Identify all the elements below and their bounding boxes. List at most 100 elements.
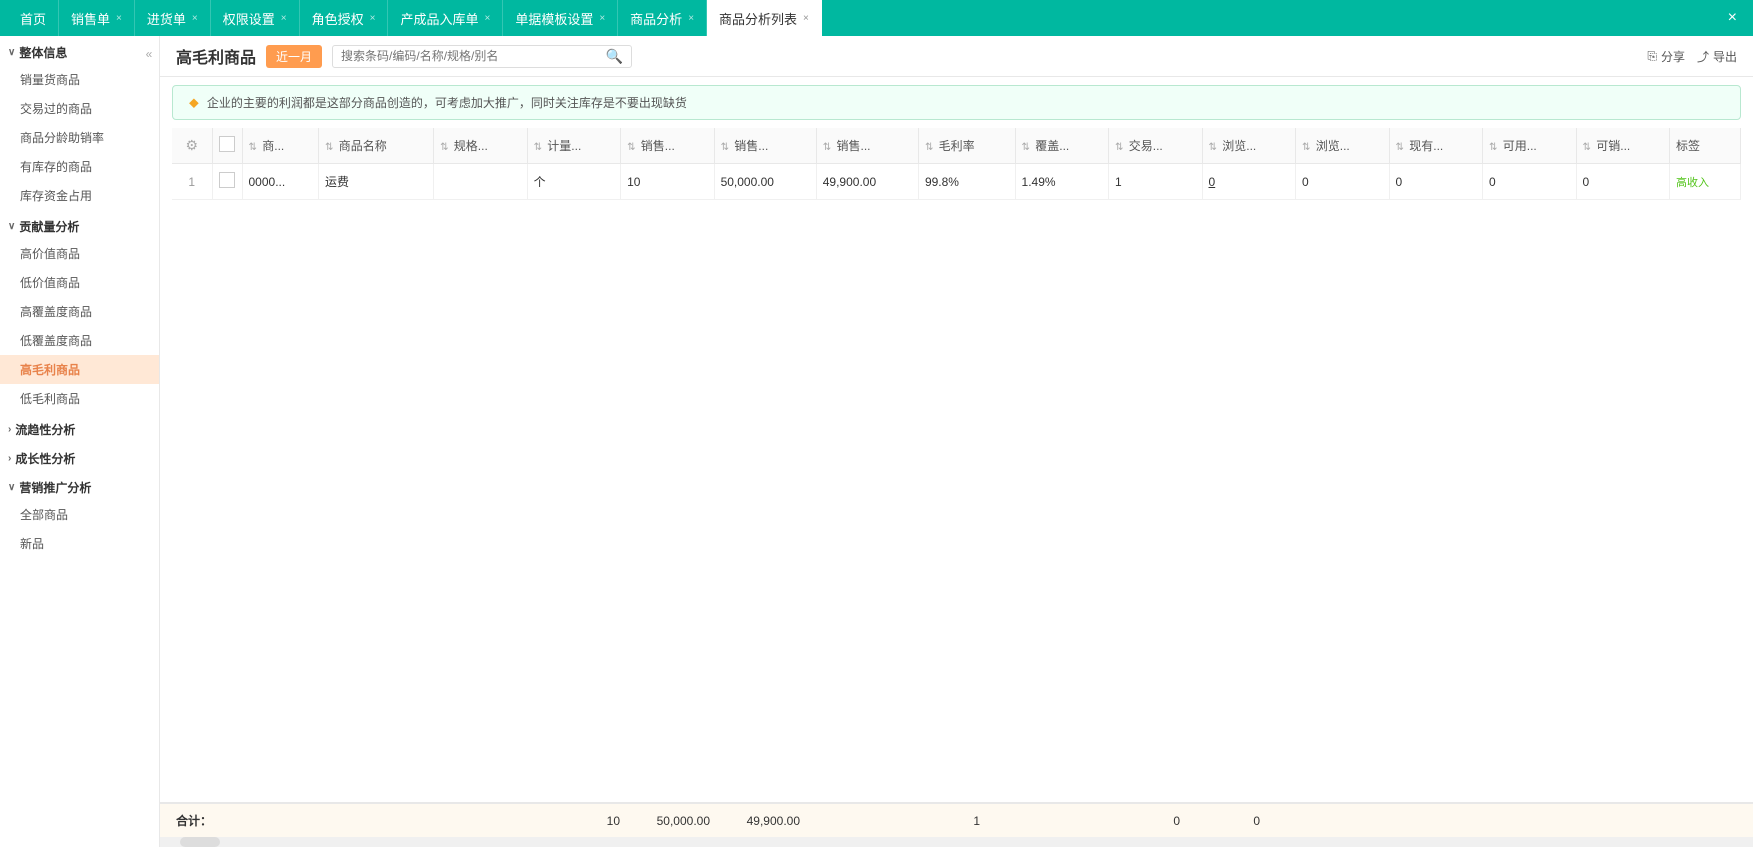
footer-sales-profit: 49,900.00 [710, 814, 800, 828]
filter-period-button[interactable]: 近一月 [266, 45, 322, 68]
nav-tab-analysis-list[interactable]: 商品分析列表 × [707, 0, 822, 36]
sidebar-item-all-goods[interactable]: 全部商品 [0, 500, 159, 529]
row-select-checkbox[interactable] [219, 172, 235, 188]
row-transaction: 1 [1109, 164, 1203, 200]
close-icon[interactable]: × [803, 13, 809, 24]
close-icon[interactable]: × [281, 13, 287, 24]
footer-label: 合计： [176, 812, 212, 829]
sidebar-item-goods-age-rate[interactable]: 商品分龄助销率 [0, 123, 159, 152]
sidebar-group-contribution[interactable]: ∨ 贡献量分析 [0, 210, 159, 239]
browse1-link[interactable]: 0 [1209, 175, 1216, 189]
col-current-stock[interactable]: ⇅ 现有... [1389, 128, 1483, 164]
sidebar-item-high-margin[interactable]: 高毛利商品 [0, 355, 159, 384]
col-gross-margin[interactable]: ⇅ 毛利率 [918, 128, 1015, 164]
share-button[interactable]: ⎘ 分享 [1647, 48, 1685, 65]
chevron-right-icon: › [8, 424, 11, 435]
sidebar-item-high-coverage[interactable]: 高覆盖度商品 [0, 297, 159, 326]
sidebar-collapse-button[interactable]: « [139, 44, 159, 64]
close-icon[interactable]: × [116, 13, 122, 24]
sort-icon: ⇅ [1022, 142, 1030, 153]
col-spec[interactable]: ⇅ 规格... [434, 128, 528, 164]
close-icon[interactable]: × [192, 13, 198, 24]
sidebar-item-sales-goods[interactable]: 销量货商品 [0, 65, 159, 94]
sort-icon: ⇅ [325, 142, 333, 153]
footer-sales-qty: 10 [560, 814, 620, 828]
col-browse2[interactable]: ⇅ 浏览... [1296, 128, 1390, 164]
content-header: 高毛利商品 近一月 🔍 ⎘ 分享 ⤴ 导出 [160, 36, 1753, 77]
tag-badge: 高收入 [1676, 177, 1709, 189]
search-box[interactable]: 🔍 [332, 45, 632, 68]
sidebar-group-trend[interactable]: › 流趋性分析 [0, 413, 159, 442]
sidebar-item-new-goods[interactable]: 新品 [0, 529, 159, 558]
sidebar-item-traded-goods[interactable]: 交易过的商品 [0, 94, 159, 123]
row-tag: 高收入 [1670, 164, 1741, 200]
footer-total-row: 合计： 10 50,000.00 49,900.00 1 0 0 [160, 802, 1753, 837]
close-icon[interactable]: × [484, 13, 490, 24]
footer-current-stock: 0 [1100, 814, 1180, 828]
chevron-right-icon: › [8, 453, 11, 464]
sidebar-item-high-value[interactable]: 高价值商品 [0, 239, 159, 268]
nav-tab-analysis[interactable]: 商品分析 × [618, 0, 707, 36]
close-icon[interactable]: × [370, 13, 376, 24]
sort-icon: ⇅ [440, 142, 448, 153]
row-browse1[interactable]: 0 [1202, 164, 1296, 200]
top-navigation: 首页 销售单 × 进货单 × 权限设置 × 角色授权 × 产成品入库单 × 单据… [0, 0, 1753, 36]
close-icon[interactable]: × [688, 13, 694, 24]
settings-icon[interactable]: ⚙ [185, 137, 198, 153]
col-name[interactable]: ⇅ 商品名称 [319, 128, 434, 164]
sidebar-group-overall[interactable]: ∨ 整体信息 [0, 36, 159, 65]
row-browse2: 0 [1296, 164, 1390, 200]
row-index: 1 [172, 164, 212, 200]
col-unit[interactable]: ⇅ 计量... [527, 128, 621, 164]
row-coverage: 1.49% [1015, 164, 1109, 200]
export-button[interactable]: ⤴ 导出 [1697, 48, 1737, 65]
sidebar-item-low-margin[interactable]: 低毛利商品 [0, 384, 159, 413]
col-sales-profit[interactable]: ⇅ 销售... [816, 128, 918, 164]
sort-icon: ⇅ [627, 142, 635, 153]
row-code: 0000... [242, 164, 319, 200]
nav-tab-template[interactable]: 单据模板设置 × [503, 0, 618, 36]
col-checkbox[interactable] [212, 128, 242, 164]
col-coverage[interactable]: ⇅ 覆盖... [1015, 128, 1109, 164]
nav-tab-purchase[interactable]: 进货单 × [135, 0, 211, 36]
info-icon: ⬥ [189, 94, 199, 111]
sidebar-item-low-coverage[interactable]: 低覆盖度商品 [0, 326, 159, 355]
horizontal-scrollbar[interactable] [160, 837, 1753, 847]
sidebar-group-marketing[interactable]: ∨ 营销推广分析 [0, 471, 159, 500]
col-sellable[interactable]: ⇅ 可销... [1576, 128, 1670, 164]
col-available[interactable]: ⇅ 可用... [1483, 128, 1577, 164]
sidebar: « ∨ 整体信息 销量货商品 交易过的商品 商品分龄助销率 有库存的商品 库存资… [0, 36, 160, 847]
close-icon[interactable]: × [599, 13, 605, 24]
col-tag[interactable]: 标签 [1670, 128, 1741, 164]
row-sales-amount: 50,000.00 [714, 164, 816, 200]
row-checkbox[interactable] [212, 164, 242, 200]
nav-tab-role[interactable]: 角色授权 × [300, 0, 389, 36]
sort-icon: ⇅ [534, 142, 542, 153]
col-code[interactable]: ⇅ 商... [242, 128, 319, 164]
nav-tab-sales[interactable]: 销售单 × [59, 0, 135, 36]
nav-tab-permission[interactable]: 权限设置 × [211, 0, 300, 36]
close-all-button[interactable]: × [1720, 9, 1745, 27]
row-sellable: 0 [1576, 164, 1670, 200]
col-browse1[interactable]: ⇅ 浏览... [1202, 128, 1296, 164]
sidebar-item-low-value[interactable]: 低价值商品 [0, 268, 159, 297]
sort-icon: ⇅ [1209, 142, 1217, 153]
sidebar-item-in-stock-goods[interactable]: 有库存的商品 [0, 152, 159, 181]
search-input[interactable] [341, 49, 602, 63]
chevron-down-icon: ∨ [8, 221, 15, 232]
sort-icon: ⇅ [721, 142, 729, 153]
nav-tab-product-in[interactable]: 产成品入库单 × [388, 0, 503, 36]
select-all-checkbox[interactable] [219, 136, 235, 152]
search-icon[interactable]: 🔍 [606, 48, 623, 65]
sidebar-group-growth[interactable]: › 成长性分析 [0, 442, 159, 471]
col-sales-amount[interactable]: ⇅ 销售... [714, 128, 816, 164]
content-area: 高毛利商品 近一月 🔍 ⎘ 分享 ⤴ 导出 ⬥ 企业的主要的利润都是这部分商品创… [160, 36, 1753, 847]
col-transaction[interactable]: ⇅ 交易... [1109, 128, 1203, 164]
col-settings[interactable]: ⚙ [172, 128, 212, 164]
data-table: ⚙ ⇅ 商... ⇅ 商品名称 [172, 128, 1741, 200]
sort-icon: ⇅ [1396, 142, 1404, 153]
row-available: 0 [1483, 164, 1577, 200]
nav-tab-home[interactable]: 首页 [8, 0, 59, 36]
col-sales-qty[interactable]: ⇅ 销售... [621, 128, 715, 164]
sidebar-item-stock-capital[interactable]: 库存资金占用 [0, 181, 159, 210]
